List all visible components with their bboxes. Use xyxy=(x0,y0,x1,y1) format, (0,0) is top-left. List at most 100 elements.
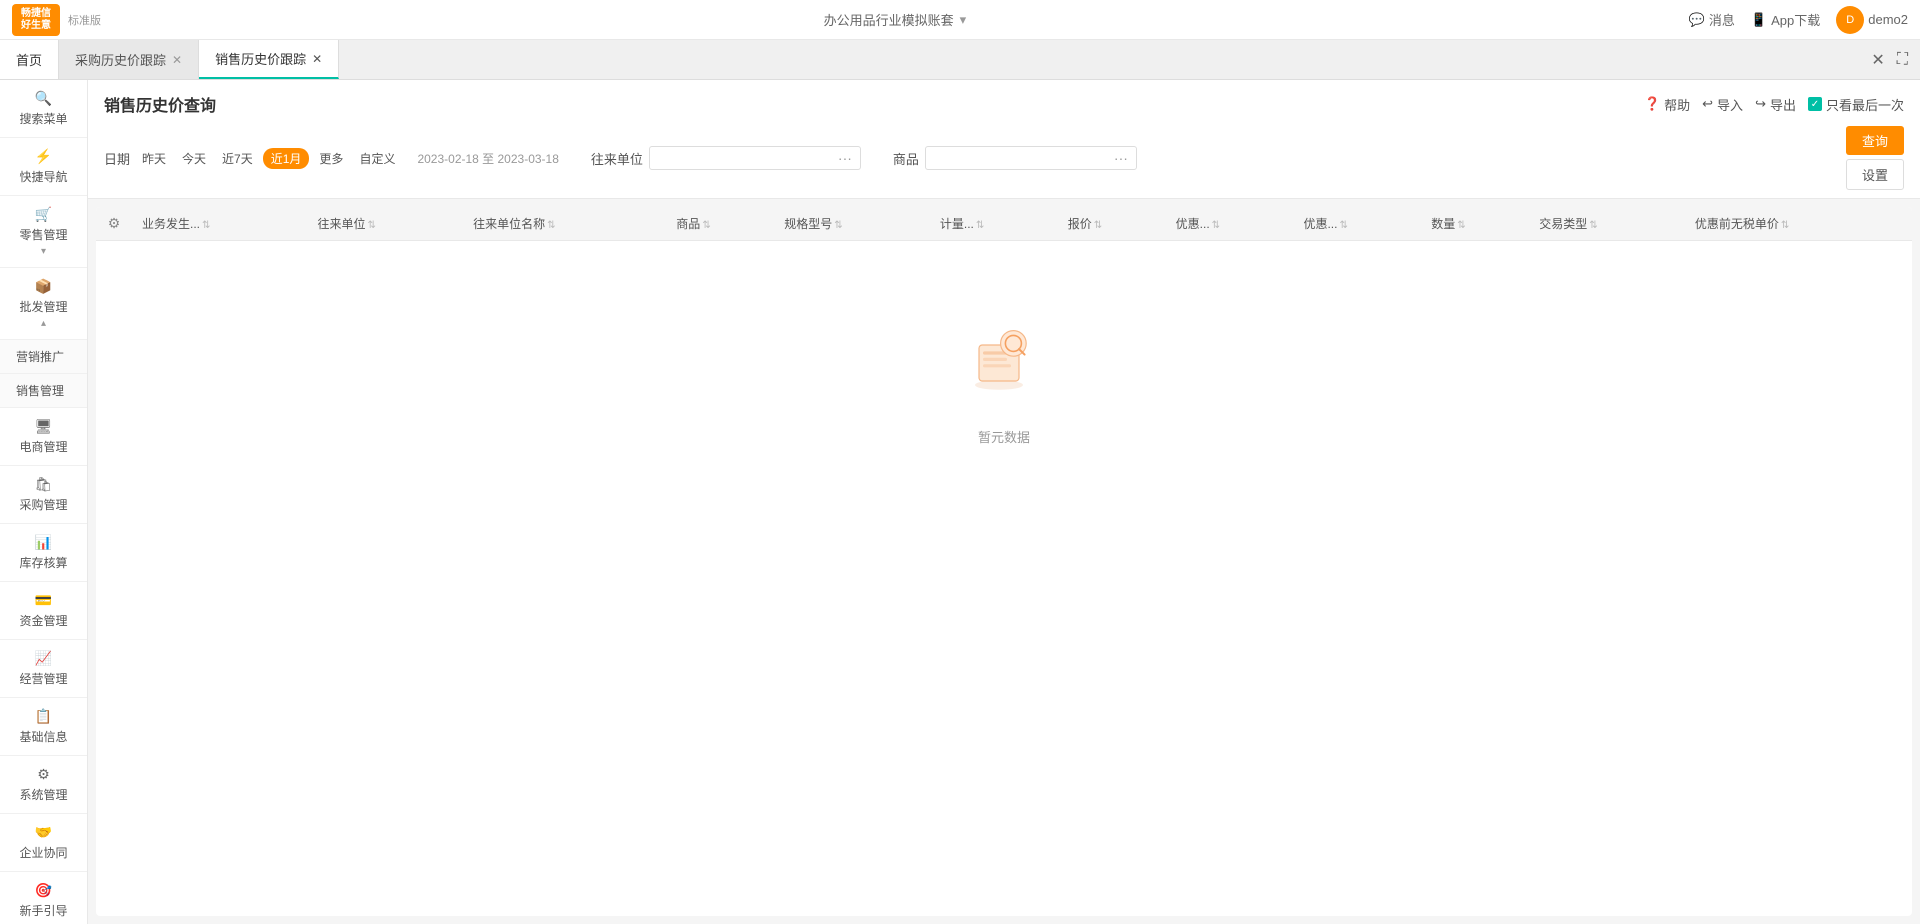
wholesale-mgmt-icon: 📦 xyxy=(35,278,52,295)
sidebar-item-wholesale-mgmt[interactable]: 📦 批发管理 ▴ xyxy=(0,268,87,340)
export-button[interactable]: ↪ 导出 xyxy=(1755,95,1796,114)
sidebar-item-search-menu[interactable]: 🔍 搜索菜单 xyxy=(0,80,87,138)
page-title-row: 销售历史价查询 ❓ 帮助 ↩ 导入 ↪ 导出 xyxy=(104,92,1904,116)
maximize-icon[interactable]: ⛶ xyxy=(1897,51,1908,69)
sidebar-item-retail-mgmt-label: 零售管理 xyxy=(19,226,67,243)
page-title: 销售历史价查询 xyxy=(104,92,216,116)
export-icon: ↪ xyxy=(1755,96,1766,112)
sidebar-item-retail-mgmt[interactable]: 🛒 零售管理 ▾ xyxy=(0,196,87,268)
tab-sales-history[interactable]: 销售历史价跟踪 ✕ xyxy=(199,40,339,79)
table-col-unit[interactable]: 计量...⇅ xyxy=(930,207,1058,241)
retail-mgmt-arrow-icon: ▾ xyxy=(41,246,46,257)
app-download-label: App下载 xyxy=(1771,10,1820,29)
tab-purchase-history[interactable]: 采购历史价跟踪 ✕ xyxy=(59,40,199,79)
goods-dots-icon[interactable]: ··· xyxy=(1114,150,1128,166)
sidebar-item-marketing[interactable]: 营销推广 xyxy=(0,340,87,374)
tab-home[interactable]: 首页 xyxy=(0,40,59,79)
table-col-goods[interactable]: 商品⇅ xyxy=(666,207,774,241)
table-col-discount2[interactable]: 优惠...⇅ xyxy=(1293,207,1421,241)
tabbar-actions: ✕ ⛶ xyxy=(1859,40,1920,79)
tab-home-label: 首页 xyxy=(16,50,42,69)
only-last-checkbox-item[interactable]: 只看最后一次 xyxy=(1808,95,1904,114)
goods-filter: 商品 ··· xyxy=(893,146,1137,170)
tab-sales-history-close-icon[interactable]: ✕ xyxy=(312,52,322,66)
sidebar-item-purchase-mgmt[interactable]: 🛍 采购管理 xyxy=(0,466,87,524)
goods-input[interactable] xyxy=(934,151,1114,166)
sidebar-item-ecommerce[interactable]: 🖥 电商管理 xyxy=(0,408,87,466)
avatar: D xyxy=(1836,6,1864,34)
partner-input[interactable] xyxy=(658,151,838,166)
retail-mgmt-icon: 🛒 xyxy=(35,206,52,223)
app-subtitle: 标准版 xyxy=(68,12,101,28)
sidebar-item-wholesale-mgmt-label: 批发管理 xyxy=(19,298,67,315)
sidebar-item-basic-info[interactable]: 📋 基础信息 xyxy=(0,698,87,756)
date-range: 2023-02-18 至 2023-03-18 xyxy=(417,150,558,167)
goods-input-box[interactable]: ··· xyxy=(925,146,1137,170)
content-area: 销售历史价查询 ❓ 帮助 ↩ 导入 ↪ 导出 xyxy=(88,80,1920,924)
partner-dots-icon[interactable]: ··· xyxy=(838,150,852,166)
partner-input-box[interactable]: ··· xyxy=(649,146,861,170)
app-download-button[interactable]: 📱 App下载 xyxy=(1751,10,1820,29)
main-layout: 🔍 搜索菜单 ⚡ 快捷导航 🛒 零售管理 ▾ 📦 批发管理 ▴ 营销推广 销售管… xyxy=(0,80,1920,924)
sidebar-item-inventory[interactable]: 📊 库存核算 xyxy=(0,524,87,582)
goods-label: 商品 xyxy=(893,149,919,168)
ecommerce-icon: 🖥 xyxy=(35,418,53,435)
tab-purchase-history-label: 采购历史价跟踪 xyxy=(75,50,166,69)
sidebar-item-operations[interactable]: 📈 经营管理 xyxy=(0,640,87,698)
marketing-label: 营销推广 xyxy=(16,350,64,364)
user-profile[interactable]: D demo2 xyxy=(1836,6,1908,34)
im-icon: 💬 xyxy=(1689,12,1705,28)
date-btn-more[interactable]: 更多 xyxy=(313,148,349,169)
inventory-icon: 📊 xyxy=(35,534,52,551)
sidebar-item-system[interactable]: ⚙ 系统管理 xyxy=(0,756,87,814)
table-col-partner-name[interactable]: 往来单位名称⇅ xyxy=(463,207,666,241)
sidebar-item-finance[interactable]: 💳 资金管理 xyxy=(0,582,87,640)
date-btn-today[interactable]: 今天 xyxy=(176,148,212,169)
sidebar-item-system-label: 系统管理 xyxy=(19,786,67,803)
topbar-left: 畅捷信好生意 标准版 xyxy=(12,4,101,36)
sidebar-item-enterprise-collab[interactable]: 🤝 企业协同 xyxy=(0,814,87,872)
date-label: 日期 xyxy=(104,149,130,168)
action-buttons: 查询 设置 xyxy=(1846,126,1904,190)
dropdown-arrow-icon[interactable]: ▾ xyxy=(960,12,967,28)
table-col-pretax-price[interactable]: 优惠前无税单价⇅ xyxy=(1685,207,1912,241)
table-col-trade-type[interactable]: 交易类型⇅ xyxy=(1529,207,1685,241)
table-settings-gear-icon[interactable]: ⚙ xyxy=(108,215,121,231)
table-container: ⚙ 业务发生...⇅ 往来单位⇅ 往来单位名称⇅ 商品⇅ 规格型号⇅ 计量...… xyxy=(96,207,1912,916)
sidebar: 🔍 搜索菜单 ⚡ 快捷导航 🛒 零售管理 ▾ 📦 批发管理 ▴ 营销推广 销售管… xyxy=(0,80,88,924)
tab-purchase-history-close-icon[interactable]: ✕ xyxy=(172,53,182,67)
empty-text: 暂元数据 xyxy=(978,427,1030,446)
app-download-icon: 📱 xyxy=(1751,12,1767,28)
table-col-spec[interactable]: 规格型号⇅ xyxy=(774,207,930,241)
only-last-checkbox[interactable] xyxy=(1808,97,1822,111)
table-col-biz-date[interactable]: 业务发生...⇅ xyxy=(132,207,307,241)
sidebar-item-sales-mgmt[interactable]: 销售管理 xyxy=(0,374,87,408)
system-icon: ⚙ xyxy=(37,766,50,783)
table-col-partner-code[interactable]: 往来单位⇅ xyxy=(307,207,463,241)
table-col-quote[interactable]: 报价⇅ xyxy=(1058,207,1166,241)
sidebar-item-quick-nav[interactable]: ⚡ 快捷导航 xyxy=(0,138,87,196)
im-button[interactable]: 💬 消息 xyxy=(1689,10,1735,29)
topbar: 畅捷信好生意 标准版 办公用品行业模拟账套 ▾ 💬 消息 📱 App下载 D d… xyxy=(0,0,1920,40)
sidebar-item-new-guide[interactable]: 🎯 新手引导 xyxy=(0,872,87,924)
table-col-discount1[interactable]: 优惠...⇅ xyxy=(1166,207,1294,241)
help-button[interactable]: ❓ 帮助 xyxy=(1644,95,1690,114)
date-btn-yesterday[interactable]: 昨天 xyxy=(136,148,172,169)
date-btn-custom[interactable]: 自定义 xyxy=(353,148,401,169)
empty-illustration xyxy=(959,321,1049,411)
search-button[interactable]: 查询 xyxy=(1846,126,1904,155)
no-data-svg xyxy=(959,321,1039,401)
import-button[interactable]: ↩ 导入 xyxy=(1702,95,1743,114)
close-all-tabs-icon[interactable]: ✕ xyxy=(1871,50,1884,70)
sidebar-item-operations-label: 经营管理 xyxy=(19,670,67,687)
page-header: 销售历史价查询 ❓ 帮助 ↩ 导入 ↪ 导出 xyxy=(88,80,1920,199)
dropdown-label[interactable]: 办公用品行业模拟账套 xyxy=(824,10,954,29)
sidebar-item-ecommerce-label: 电商管理 xyxy=(19,438,67,455)
settings-button[interactable]: 设置 xyxy=(1846,159,1904,190)
date-filter: 日期 昨天 今天 近7天 近1月 更多 自定义 xyxy=(104,148,401,169)
tabbar: 首页 采购历史价跟踪 ✕ 销售历史价跟踪 ✕ ✕ ⛶ xyxy=(0,40,1920,80)
sidebar-item-purchase-mgmt-label: 采购管理 xyxy=(19,496,67,513)
date-btn-1month[interactable]: 近1月 xyxy=(263,148,310,169)
date-btn-7days[interactable]: 近7天 xyxy=(216,148,259,169)
table-col-qty[interactable]: 数量⇅ xyxy=(1421,207,1529,241)
